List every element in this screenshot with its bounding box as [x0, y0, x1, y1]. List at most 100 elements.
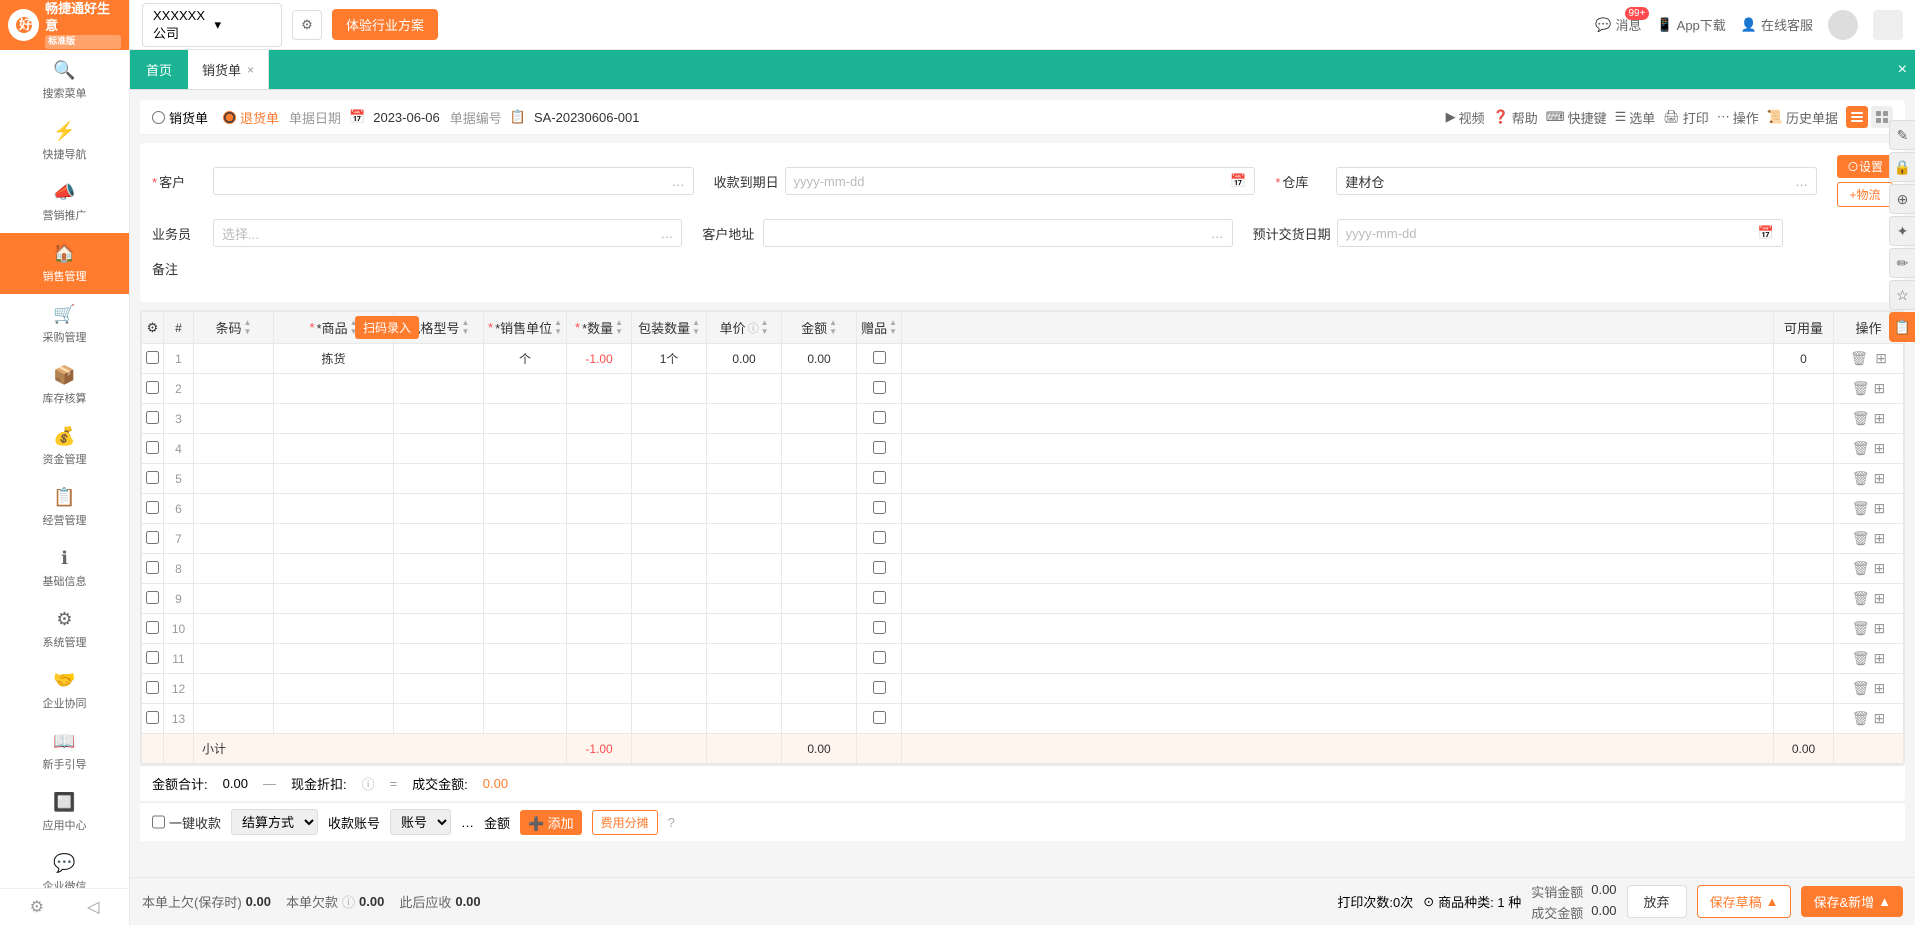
sidebar-item-collab[interactable]: 🤝 企业协同 [0, 660, 129, 721]
sidebar-item-system[interactable]: ⚙ 系统管理 [0, 599, 129, 660]
rp-btn-1[interactable]: ✎ [1889, 120, 1915, 150]
salesperson-field: 业务员 选择... … [152, 219, 682, 247]
sidebar-item-purchase[interactable]: 🛒 采购管理 [0, 294, 129, 355]
app-download-btn[interactable]: 📱 App下载 [1656, 15, 1725, 34]
sidebar-collapse-btn[interactable]: ◁ [87, 897, 99, 917]
user-menu[interactable] [1873, 10, 1903, 40]
sidebar-item-inventory[interactable]: 📦 库存核算 [0, 355, 129, 416]
info-btn[interactable]: ⓘ [362, 774, 375, 793]
video-btn[interactable]: ▶ 视频 [1446, 108, 1485, 127]
salesperson-input[interactable]: 选择... … [213, 219, 682, 247]
tab-close-icon[interactable]: × [247, 63, 254, 77]
gift-checkbox[interactable] [873, 351, 886, 364]
due-date-input[interactable]: yyyy-mm-dd 📅 [785, 167, 1256, 195]
avatar [1828, 10, 1858, 40]
sidebar-item-label: 资金管理 [43, 451, 87, 467]
operation-btn[interactable]: ⋯ 操作 [1717, 108, 1759, 127]
settings-btn[interactable]: ⊙设置 [1837, 155, 1893, 178]
tab-sales-order[interactable]: 销货单 × [188, 50, 269, 89]
info-icon2[interactable]: ⓘ [342, 892, 355, 911]
price-cell[interactable]: 0.00 [707, 344, 782, 374]
tab-bar-close-btn[interactable]: × [1898, 61, 1907, 79]
copy-btn[interactable]: ⊞ [1874, 380, 1886, 397]
rp-btn-7[interactable]: 📋 [1889, 312, 1915, 342]
pack-cell: 1个 [632, 344, 707, 374]
help-btn[interactable]: ❓ 帮助 [1493, 108, 1538, 127]
customer-addr-input[interactable]: … [763, 219, 1232, 247]
quicknav-icon: ⚡ [53, 121, 75, 142]
th-gift: 赠品 ▲▼ [857, 312, 902, 344]
trial-button[interactable]: 体验行业方案 [332, 9, 438, 40]
deal-label: 成交金额: [412, 774, 468, 793]
expected-date-input[interactable]: yyyy-mm-dd 📅 [1337, 219, 1783, 247]
sidebar-item-apps[interactable]: 🔲 应用中心 [0, 782, 129, 843]
list-view-btn[interactable] [1846, 106, 1868, 128]
history-btn[interactable]: 📜 历史单据 [1767, 108, 1838, 127]
save-new-button[interactable]: 保存&新增 ▲ [1801, 886, 1903, 917]
pay-method-select[interactable]: 结算方式 [231, 809, 318, 835]
sidebar-item-wechat[interactable]: 💬 企业微信 [0, 843, 129, 888]
gear-icon[interactable]: ⚙ [147, 320, 159, 335]
settings-btn[interactable]: ⚙ [292, 10, 322, 40]
delete-btn[interactable]: 🗑 [1852, 380, 1870, 397]
remarks-label: 备注 [152, 259, 207, 278]
delete-btn[interactable]: 🗑 [1850, 350, 1868, 367]
print-btn[interactable]: 🖨 打印 [1663, 108, 1709, 127]
goods-cell[interactable]: 拣货 [274, 344, 394, 374]
company-name: XXXXXX公司 [153, 8, 210, 42]
sidebar-item-search[interactable]: 🔍 搜索菜单 [0, 50, 129, 111]
guide-icon: 📖 [53, 731, 75, 752]
scan-button[interactable]: 扫码录入 [355, 316, 419, 339]
sales-grid: ⚙ # 条码 ▲▼ **商品 ▲▼ 扫码录入 [141, 311, 1904, 764]
print-count: 打印次数:0次 [1337, 892, 1413, 911]
sidebar-item-finance[interactable]: 💰 资金管理 [0, 416, 129, 477]
rp-btn-6[interactable]: ☆ [1889, 280, 1915, 310]
select-btn[interactable]: ☰ 选单 [1615, 108, 1656, 127]
save-draft-button[interactable]: 保存草稿 ▲ [1697, 885, 1792, 918]
customer-input[interactable]: … [213, 167, 694, 195]
rp-btn-4[interactable]: ✦ [1889, 216, 1915, 246]
radio-sales[interactable]: 销货单 [152, 108, 208, 127]
one-pay-checkbox[interactable]: 一键收款 [152, 809, 221, 835]
rp-btn-2[interactable]: 🔒 [1889, 152, 1915, 182]
deal-value: 0.00 [483, 776, 508, 791]
row-checkbox[interactable] [146, 381, 159, 394]
copy-btn[interactable]: ⊞ [1875, 350, 1887, 367]
radio-return[interactable]: 退货单 [223, 108, 279, 127]
history-icon: 📜 [1767, 109, 1783, 125]
sidebar-settings-btn[interactable]: ⚙ [30, 897, 44, 917]
sidebar-item-guide[interactable]: 📖 新手引导 [0, 721, 129, 782]
warehouse-input[interactable]: 建材仓 … [1336, 167, 1817, 195]
sidebar-item-management[interactable]: 📋 经营管理 [0, 477, 129, 538]
message-btn[interactable]: 💬 消息 99+ [1595, 15, 1641, 34]
rp-btn-5[interactable]: ✏ [1889, 248, 1915, 278]
sidebar-item-basic[interactable]: ℹ 基础信息 [0, 538, 129, 599]
sidebar-item-marketing[interactable]: 📣 营销推广 [0, 172, 129, 233]
qty-cell[interactable]: -1.00 [567, 344, 632, 374]
abandon-button[interactable]: 放弃 [1627, 885, 1687, 918]
online-service-btn[interactable]: 👤 在线客服 [1741, 15, 1813, 34]
shortcut-btn[interactable]: ⌨ 快捷键 [1546, 108, 1607, 127]
deal-amount-line: 成交金额 0.00 [1531, 903, 1616, 922]
sidebar-item-label: 系统管理 [43, 634, 87, 650]
chevron-up-icon: ▲ [1766, 894, 1779, 909]
minus-icon: — [263, 776, 276, 791]
gift-checkbox[interactable] [873, 381, 886, 394]
logistics-btn[interactable]: +物流 [1837, 182, 1893, 207]
help-icon2[interactable]: ? [668, 815, 675, 830]
sidebar-item-sales[interactable]: 🏠 销售管理 [0, 233, 129, 294]
sidebar-item-quicknav[interactable]: ⚡ 快捷导航 [0, 111, 129, 172]
expense-button[interactable]: 费用分摊 [592, 810, 658, 835]
avail-cell: 0 [1774, 344, 1834, 374]
header-right: 💬 消息 99+ 📱 App下载 👤 在线客服 [1595, 10, 1903, 40]
rp-btn-3[interactable]: ⊕ [1889, 184, 1915, 214]
account-select[interactable]: 账号 [390, 809, 451, 835]
bottom-summary: 实销金额 0.00 成交金额 0.00 [1531, 882, 1616, 922]
row-checkbox[interactable] [146, 351, 159, 364]
row-num: 1 [164, 344, 194, 374]
sidebar-item-label: 新手引导 [43, 756, 87, 772]
tab-home[interactable]: 首页 [130, 50, 188, 89]
svg-text:好: 好 [18, 17, 32, 32]
company-selector[interactable]: XXXXXX公司 ▾ [142, 3, 282, 47]
add-button[interactable]: ➕ 添加 [520, 810, 582, 835]
